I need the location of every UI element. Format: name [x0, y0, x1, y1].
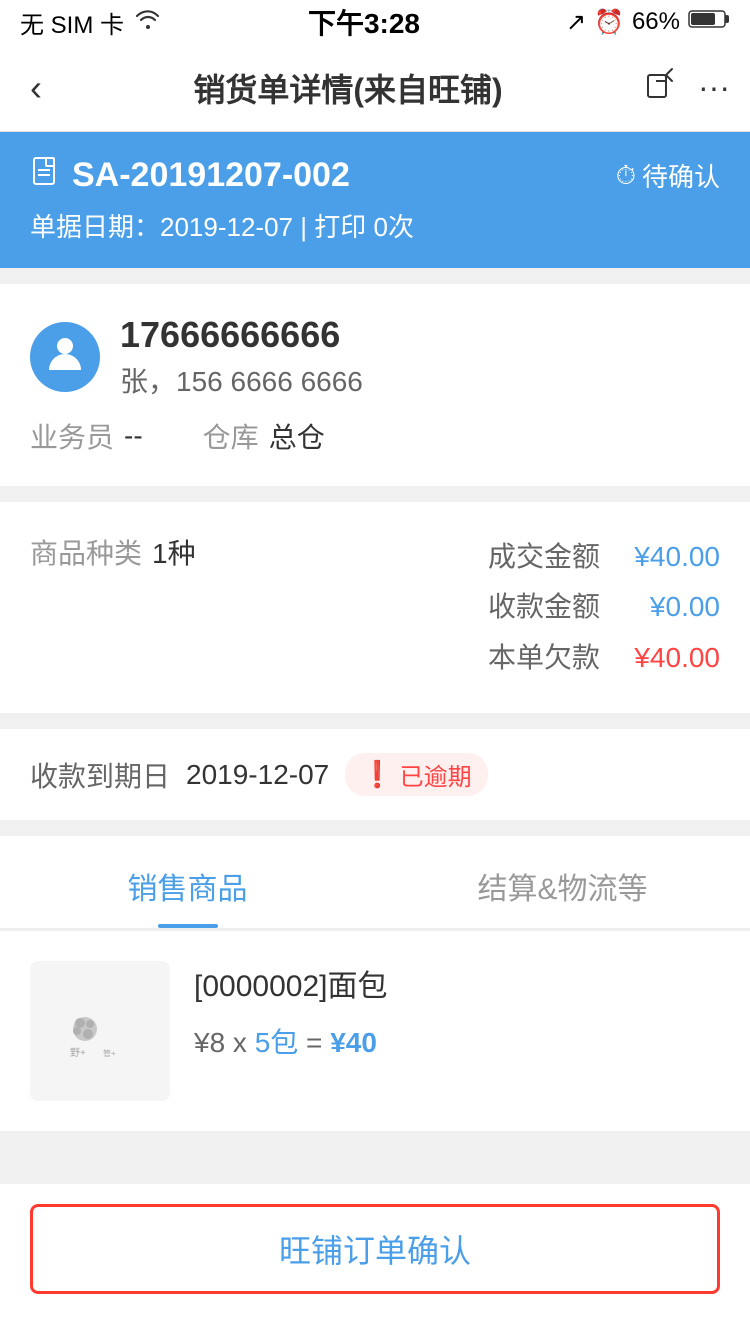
carrier-text: 无 SIM 卡 [20, 5, 124, 40]
due-date-section: 收款到期日 2019-12-07 ❗ 已逾期 [0, 729, 750, 820]
order-doc-icon [30, 156, 62, 195]
clock-icon: ⏱ [616, 160, 636, 192]
overdue-badge: ❗ 已逾期 [345, 753, 487, 796]
back-button[interactable]: ‹ [20, 57, 52, 119]
order-id: SA-20191207-002 [30, 156, 350, 195]
customer-details: 业务员 -- 仓库 总仓 [30, 416, 720, 456]
amounts-info: 成交金额 ¥40.00 收款金额 ¥0.00 本单欠款 ¥40.00 [488, 532, 720, 683]
product-thumbnail: 野+ 管+ [30, 961, 170, 1101]
sales-value: -- [124, 420, 143, 452]
warehouse-label: 仓库 [203, 416, 259, 456]
due-label: 收款到期日 [30, 755, 170, 795]
status-right: ↗ ⏰ 66% [566, 8, 730, 37]
amount-label: 成交金额 [488, 532, 600, 582]
battery-icon [688, 8, 730, 37]
location-icon: ↗ [566, 8, 586, 37]
warehouse-value: 总仓 [269, 416, 325, 456]
customer-name: 张，156 6666 6666 [120, 360, 363, 400]
owed-label: 本单欠款 [488, 633, 600, 683]
category-label: 商品种类 [30, 532, 142, 572]
sales-detail: 业务员 -- [30, 416, 143, 456]
customer-phone: 17666666666 [120, 314, 363, 356]
customer-row: 17666666666 张，156 6666 6666 [30, 314, 720, 400]
warehouse-detail: 仓库 总仓 [203, 416, 325, 456]
summary-row: 商品种类 1种 成交金额 ¥40.00 收款金额 ¥0.00 本单欠款 ¥40.… [30, 532, 720, 683]
due-date: 2019-12-07 [186, 759, 329, 791]
confirm-btn-container: 旺铺订单确认 [0, 1184, 750, 1334]
category-value: 1种 [152, 532, 196, 572]
wifi-icon [134, 8, 162, 36]
tab-settlement[interactable]: 结算&物流等 [375, 836, 750, 928]
order-status: ⏱ 待确认 [616, 157, 720, 194]
status-bar: 无 SIM 卡 下午3:28 ↗ ⏰ 66% [0, 0, 750, 44]
amount-row-deal: 成交金额 ¥40.00 [488, 532, 720, 582]
order-header-top: SA-20191207-002 ⏱ 待确认 [30, 156, 720, 195]
battery-text: 66% [632, 8, 680, 36]
more-button[interactable]: ··· [698, 69, 730, 106]
svg-text:管+: 管+ [103, 1048, 116, 1058]
customer-info: 17666666666 张，156 6666 6666 [120, 314, 363, 400]
person-icon [43, 330, 87, 384]
received-value: ¥0.00 [620, 582, 720, 632]
sales-label: 业务员 [30, 416, 114, 456]
owed-value: ¥40.00 [620, 633, 720, 683]
amount-value: ¥40.00 [620, 532, 720, 582]
product-price: ¥8 x 5包 = ¥40 [194, 1021, 720, 1061]
product-quantity: 5包 [255, 1027, 299, 1058]
overdue-text: 已逾期 [400, 757, 472, 792]
product-info: [0000002]面包 ¥8 x 5包 = ¥40 [194, 961, 720, 1061]
status-time: 下午3:28 [308, 2, 420, 42]
svg-text:野+: 野+ [70, 1047, 86, 1059]
equals-sign: = [298, 1027, 330, 1058]
page-title: 销货单详情(来自旺铺) [193, 65, 502, 111]
status-left: 无 SIM 卡 [20, 5, 162, 40]
tab-products[interactable]: 销售商品 [0, 836, 375, 928]
product-total: ¥40 [330, 1027, 377, 1058]
share-button[interactable] [644, 67, 678, 109]
warning-icon: ❗ [361, 759, 393, 790]
order-date-row: 单据日期：2019-12-07 | 打印 0次 [30, 207, 720, 244]
avatar [30, 322, 100, 392]
alarm-icon: ⏰ [594, 8, 624, 37]
category-info: 商品种类 1种 [30, 532, 196, 572]
product-name: [0000002]面包 [194, 961, 720, 1005]
price-prefix: ¥8 x [194, 1027, 255, 1058]
amount-row-received: 收款金额 ¥0.00 [488, 582, 720, 632]
nav-right-actions: ··· [644, 67, 730, 109]
amount-row-owed: 本单欠款 ¥40.00 [488, 633, 720, 683]
product-item: 野+ 管+ [0000002]面包 ¥8 x 5包 = ¥40 [30, 961, 720, 1101]
customer-section: 17666666666 张，156 6666 6666 业务员 -- 仓库 总仓 [0, 284, 750, 486]
product-section: 野+ 管+ [0000002]面包 ¥8 x 5包 = ¥40 [0, 931, 750, 1131]
summary-section: 商品种类 1种 成交金额 ¥40.00 收款金额 ¥0.00 本单欠款 ¥40.… [0, 502, 750, 713]
received-label: 收款金额 [488, 582, 600, 632]
confirm-order-button[interactable]: 旺铺订单确认 [30, 1204, 720, 1294]
order-header-card: SA-20191207-002 ⏱ 待确认 单据日期：2019-12-07 | … [0, 132, 750, 268]
nav-bar: ‹ 销货单详情(来自旺铺) ··· [0, 44, 750, 132]
tab-bar: 销售商品 结算&物流等 [0, 836, 750, 929]
